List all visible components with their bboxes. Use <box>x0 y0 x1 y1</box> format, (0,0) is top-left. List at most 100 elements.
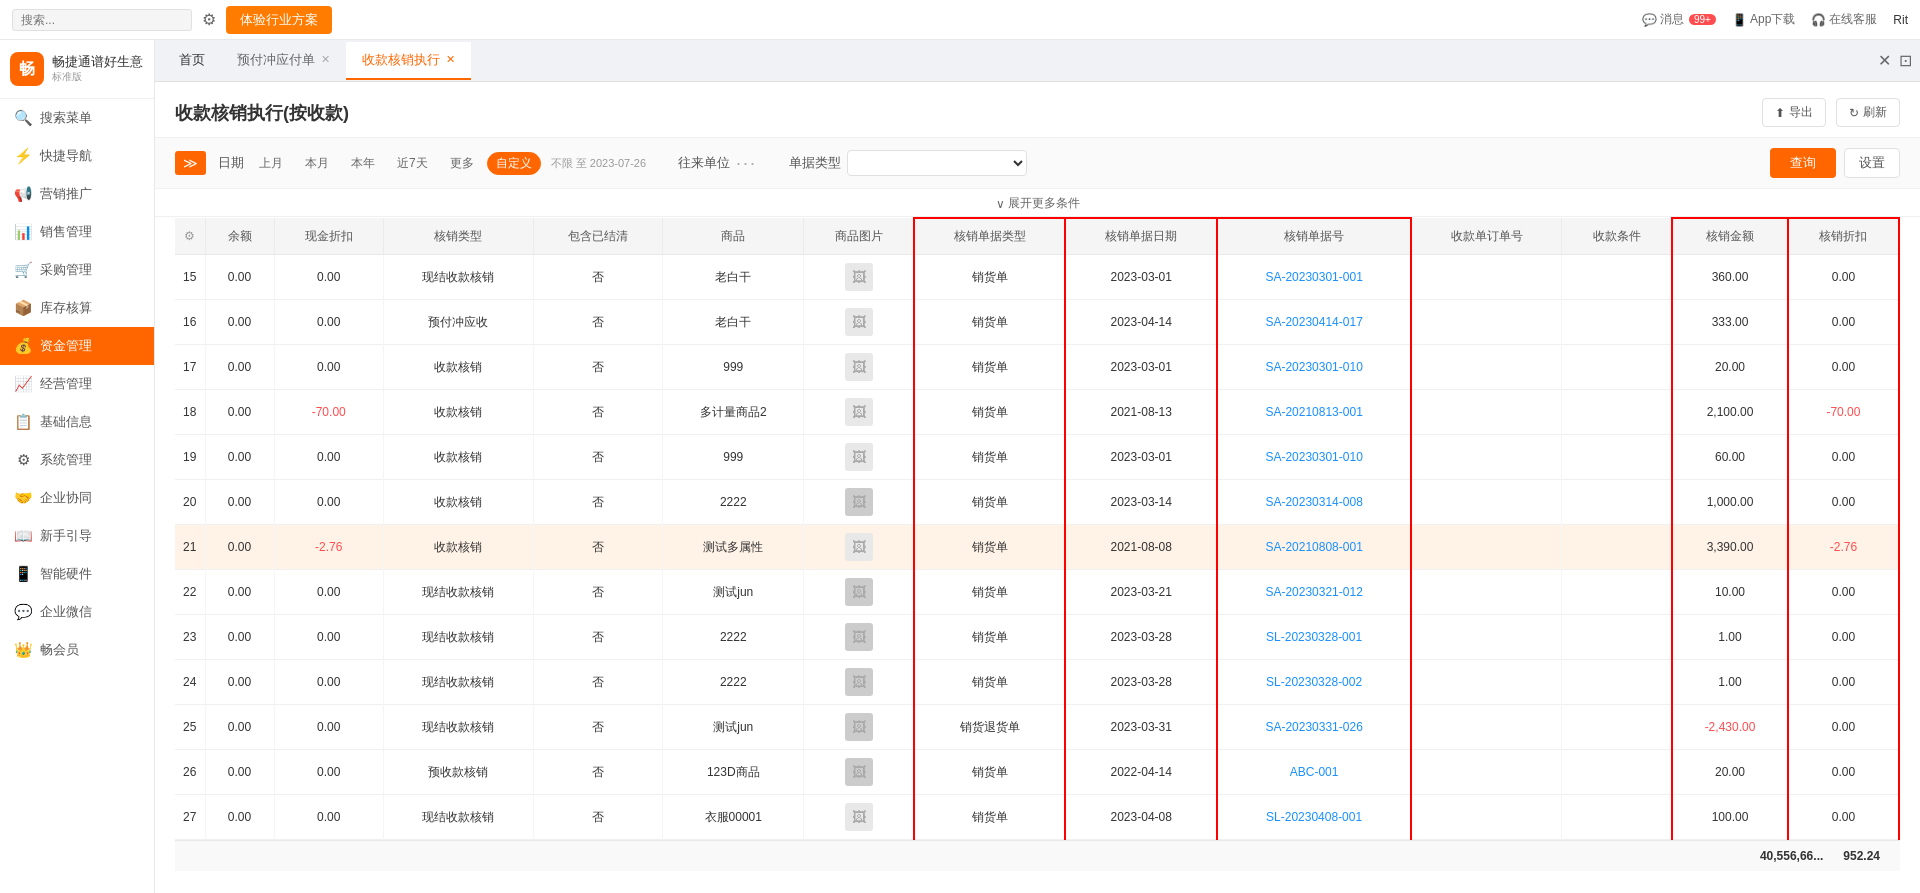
td-voucher-no[interactable]: SA-20230301-001 <box>1217 255 1411 300</box>
voucher-no-link[interactable]: SL-20230408-001 <box>1266 810 1362 824</box>
top-right-actions: 💬 消息 99+ 📱 App下载 🎧 在线客服 Rit <box>1642 11 1908 28</box>
sidebar-item-collab[interactable]: 🤝 企业协同 <box>0 479 154 517</box>
sidebar-item-marketing[interactable]: 📢 营销推广 <box>0 175 154 213</box>
settings-icon[interactable]: ⚙ <box>202 10 216 29</box>
sidebar-item-inventory[interactable]: 📦 库存核算 <box>0 289 154 327</box>
filter-expand-button[interactable]: ≫ <box>175 151 206 175</box>
th-verify-discount: 核销折扣 <box>1788 218 1899 255</box>
td-id: 18 <box>175 390 205 435</box>
td-voucher-no[interactable]: SA-20230314-008 <box>1217 480 1411 525</box>
table-row: 24 0.00 0.00 现结收款核销 否 2222 🖼 销货单 2023-03… <box>175 660 1899 705</box>
sidebar-item-purchase[interactable]: 🛒 采购管理 <box>0 251 154 289</box>
voucher-no-link[interactable]: ABC-001 <box>1290 765 1339 779</box>
td-voucher-no[interactable]: SA-20230301-010 <box>1217 435 1411 480</box>
date-pill-7days[interactable]: 近7天 <box>388 152 437 175</box>
td-include-settled: 否 <box>533 795 663 840</box>
tab-home[interactable]: 首页 <box>163 42 221 80</box>
td-goods: 多计量商品2 <box>663 390 804 435</box>
voucher-no-link[interactable]: SA-20210813-001 <box>1265 405 1362 419</box>
user-name[interactable]: Rit <box>1893 13 1908 27</box>
td-goods: 2222 <box>663 480 804 525</box>
date-pill-this-month[interactable]: 本月 <box>296 152 338 175</box>
tab-verify[interactable]: 收款核销执行 ✕ <box>346 42 471 80</box>
td-balance: 0.00 <box>205 660 274 705</box>
sidebar-item-guide[interactable]: 📖 新手引导 <box>0 517 154 555</box>
goods-image: 🖼 <box>845 353 873 381</box>
td-receipt-condition <box>1562 795 1672 840</box>
export-button[interactable]: ⬆ 导出 <box>1762 98 1826 127</box>
sidebar-item-member[interactable]: 👑 畅会员 <box>0 631 154 669</box>
column-settings-icon[interactable]: ⚙ <box>184 229 195 243</box>
td-voucher-type: 销货单 <box>914 480 1066 525</box>
voucher-no-link[interactable]: SA-20230314-008 <box>1265 495 1362 509</box>
page-content: 收款核销执行(按收款) ⬆ 导出 ↻ 刷新 ≫ 日期 <box>155 82 1920 893</box>
tab-prepay-close[interactable]: ✕ <box>321 53 330 66</box>
th-receipt-order-no: 收款单订单号 <box>1411 218 1562 255</box>
td-include-settled: 否 <box>533 615 663 660</box>
date-pill-more[interactable]: 更多 <box>441 152 483 175</box>
export-icon: ⬆ <box>1775 106 1785 120</box>
td-voucher-no[interactable]: SA-20230321-012 <box>1217 570 1411 615</box>
td-cash-discount: 0.00 <box>274 480 383 525</box>
td-id: 26 <box>175 750 205 795</box>
td-cash-discount: 0.00 <box>274 255 383 300</box>
td-balance: 0.00 <box>205 480 274 525</box>
table-row: 25 0.00 0.00 现结收款核销 否 测试jun 🖼 销货退货单 2023… <box>175 705 1899 750</box>
td-voucher-no[interactable]: SA-20230414-017 <box>1217 300 1411 345</box>
message-action[interactable]: 💬 消息 99+ <box>1642 11 1716 28</box>
td-voucher-type: 销货单 <box>914 525 1066 570</box>
td-include-settled: 否 <box>533 750 663 795</box>
footer-total-amount: 40,556,66... <box>1760 849 1823 863</box>
sidebar-item-hardware[interactable]: 📱 智能硬件 <box>0 555 154 593</box>
date-pill-custom[interactable]: 自定义 <box>487 152 541 175</box>
sidebar-item-basic[interactable]: 📋 基础信息 <box>0 403 154 441</box>
date-pill-this-year[interactable]: 本年 <box>342 152 384 175</box>
online-service-action[interactable]: 🎧 在线客服 <box>1811 11 1877 28</box>
goods-image: 🖼 <box>845 668 873 696</box>
voucher-no-link[interactable]: SA-20230301-010 <box>1265 360 1362 374</box>
voucher-no-link[interactable]: SA-20230331-026 <box>1265 720 1362 734</box>
td-voucher-no[interactable]: SL-20230408-001 <box>1217 795 1411 840</box>
td-voucher-no[interactable]: SA-20210808-001 <box>1217 525 1411 570</box>
td-voucher-no[interactable]: SA-20210813-001 <box>1217 390 1411 435</box>
voucher-no-link[interactable]: SA-20230301-001 <box>1265 270 1362 284</box>
sidebar-item-wechat[interactable]: 💬 企业微信 <box>0 593 154 631</box>
td-voucher-no[interactable]: ABC-001 <box>1217 750 1411 795</box>
top-search-input[interactable] <box>12 9 192 31</box>
voucher-no-link[interactable]: SA-20210808-001 <box>1265 540 1362 554</box>
tab-verify-close[interactable]: ✕ <box>446 53 455 66</box>
td-verify-type: 现结收款核销 <box>383 255 533 300</box>
td-voucher-no[interactable]: SA-20230331-026 <box>1217 705 1411 750</box>
sidebar-item-management[interactable]: 📈 经营管理 <box>0 365 154 403</box>
voucher-no-link[interactable]: SL-20230328-001 <box>1266 630 1362 644</box>
td-receipt-condition <box>1562 345 1672 390</box>
sidebar-nav: 🔍 搜索菜单 ⚡ 快捷导航 📢 营销推广 📊 销售管理 🛒 采购管理 📦 <box>0 99 154 893</box>
td-voucher-no[interactable]: SL-20230328-002 <box>1217 660 1411 705</box>
table-scroll-wrapper[interactable]: ⚙ 余额 现金折扣 核销类型 包含已结清 商品 商品图片 核销单据类型 核销单据… <box>175 217 1900 840</box>
query-button[interactable]: 查询 <box>1770 148 1836 178</box>
th-goods-img: 商品图片 <box>804 218 914 255</box>
tab-prepay[interactable]: 预付冲应付单 ✕ <box>221 42 346 80</box>
td-receipt-order-no <box>1411 255 1562 300</box>
setting-button[interactable]: 设置 <box>1844 148 1900 178</box>
sidebar-item-system[interactable]: ⚙ 系统管理 <box>0 441 154 479</box>
voucher-type-select[interactable] <box>847 150 1027 176</box>
td-voucher-no[interactable]: SL-20230328-001 <box>1217 615 1411 660</box>
industry-solution-button[interactable]: 体验行业方案 <box>226 6 332 34</box>
sidebar-item-finance[interactable]: 💰 资金管理 <box>0 327 154 365</box>
refresh-button[interactable]: ↻ 刷新 <box>1836 98 1900 127</box>
content-area: 首页 预付冲应付单 ✕ 收款核销执行 ✕ ✕ ⊡ 收款核销执行(按收款) <box>155 40 1920 893</box>
sidebar-item-sales[interactable]: 📊 销售管理 <box>0 213 154 251</box>
app-download-action[interactable]: 📱 App下载 <box>1732 11 1795 28</box>
td-voucher-no[interactable]: SA-20230301-010 <box>1217 345 1411 390</box>
voucher-no-link[interactable]: SA-20230414-017 <box>1265 315 1362 329</box>
sidebar-item-quicknav[interactable]: ⚡ 快捷导航 <box>0 137 154 175</box>
tab-close-all-icon[interactable]: ✕ <box>1878 51 1891 70</box>
voucher-no-link[interactable]: SA-20230321-012 <box>1265 585 1362 599</box>
tab-fullscreen-icon[interactable]: ⊡ <box>1899 51 1912 70</box>
sidebar-item-search[interactable]: 🔍 搜索菜单 <box>0 99 154 137</box>
voucher-no-link[interactable]: SL-20230328-002 <box>1266 675 1362 689</box>
expand-more-button[interactable]: ∨ 展开更多条件 <box>996 195 1080 212</box>
voucher-no-link[interactable]: SA-20230301-010 <box>1265 450 1362 464</box>
date-pill-last-month[interactable]: 上月 <box>250 152 292 175</box>
